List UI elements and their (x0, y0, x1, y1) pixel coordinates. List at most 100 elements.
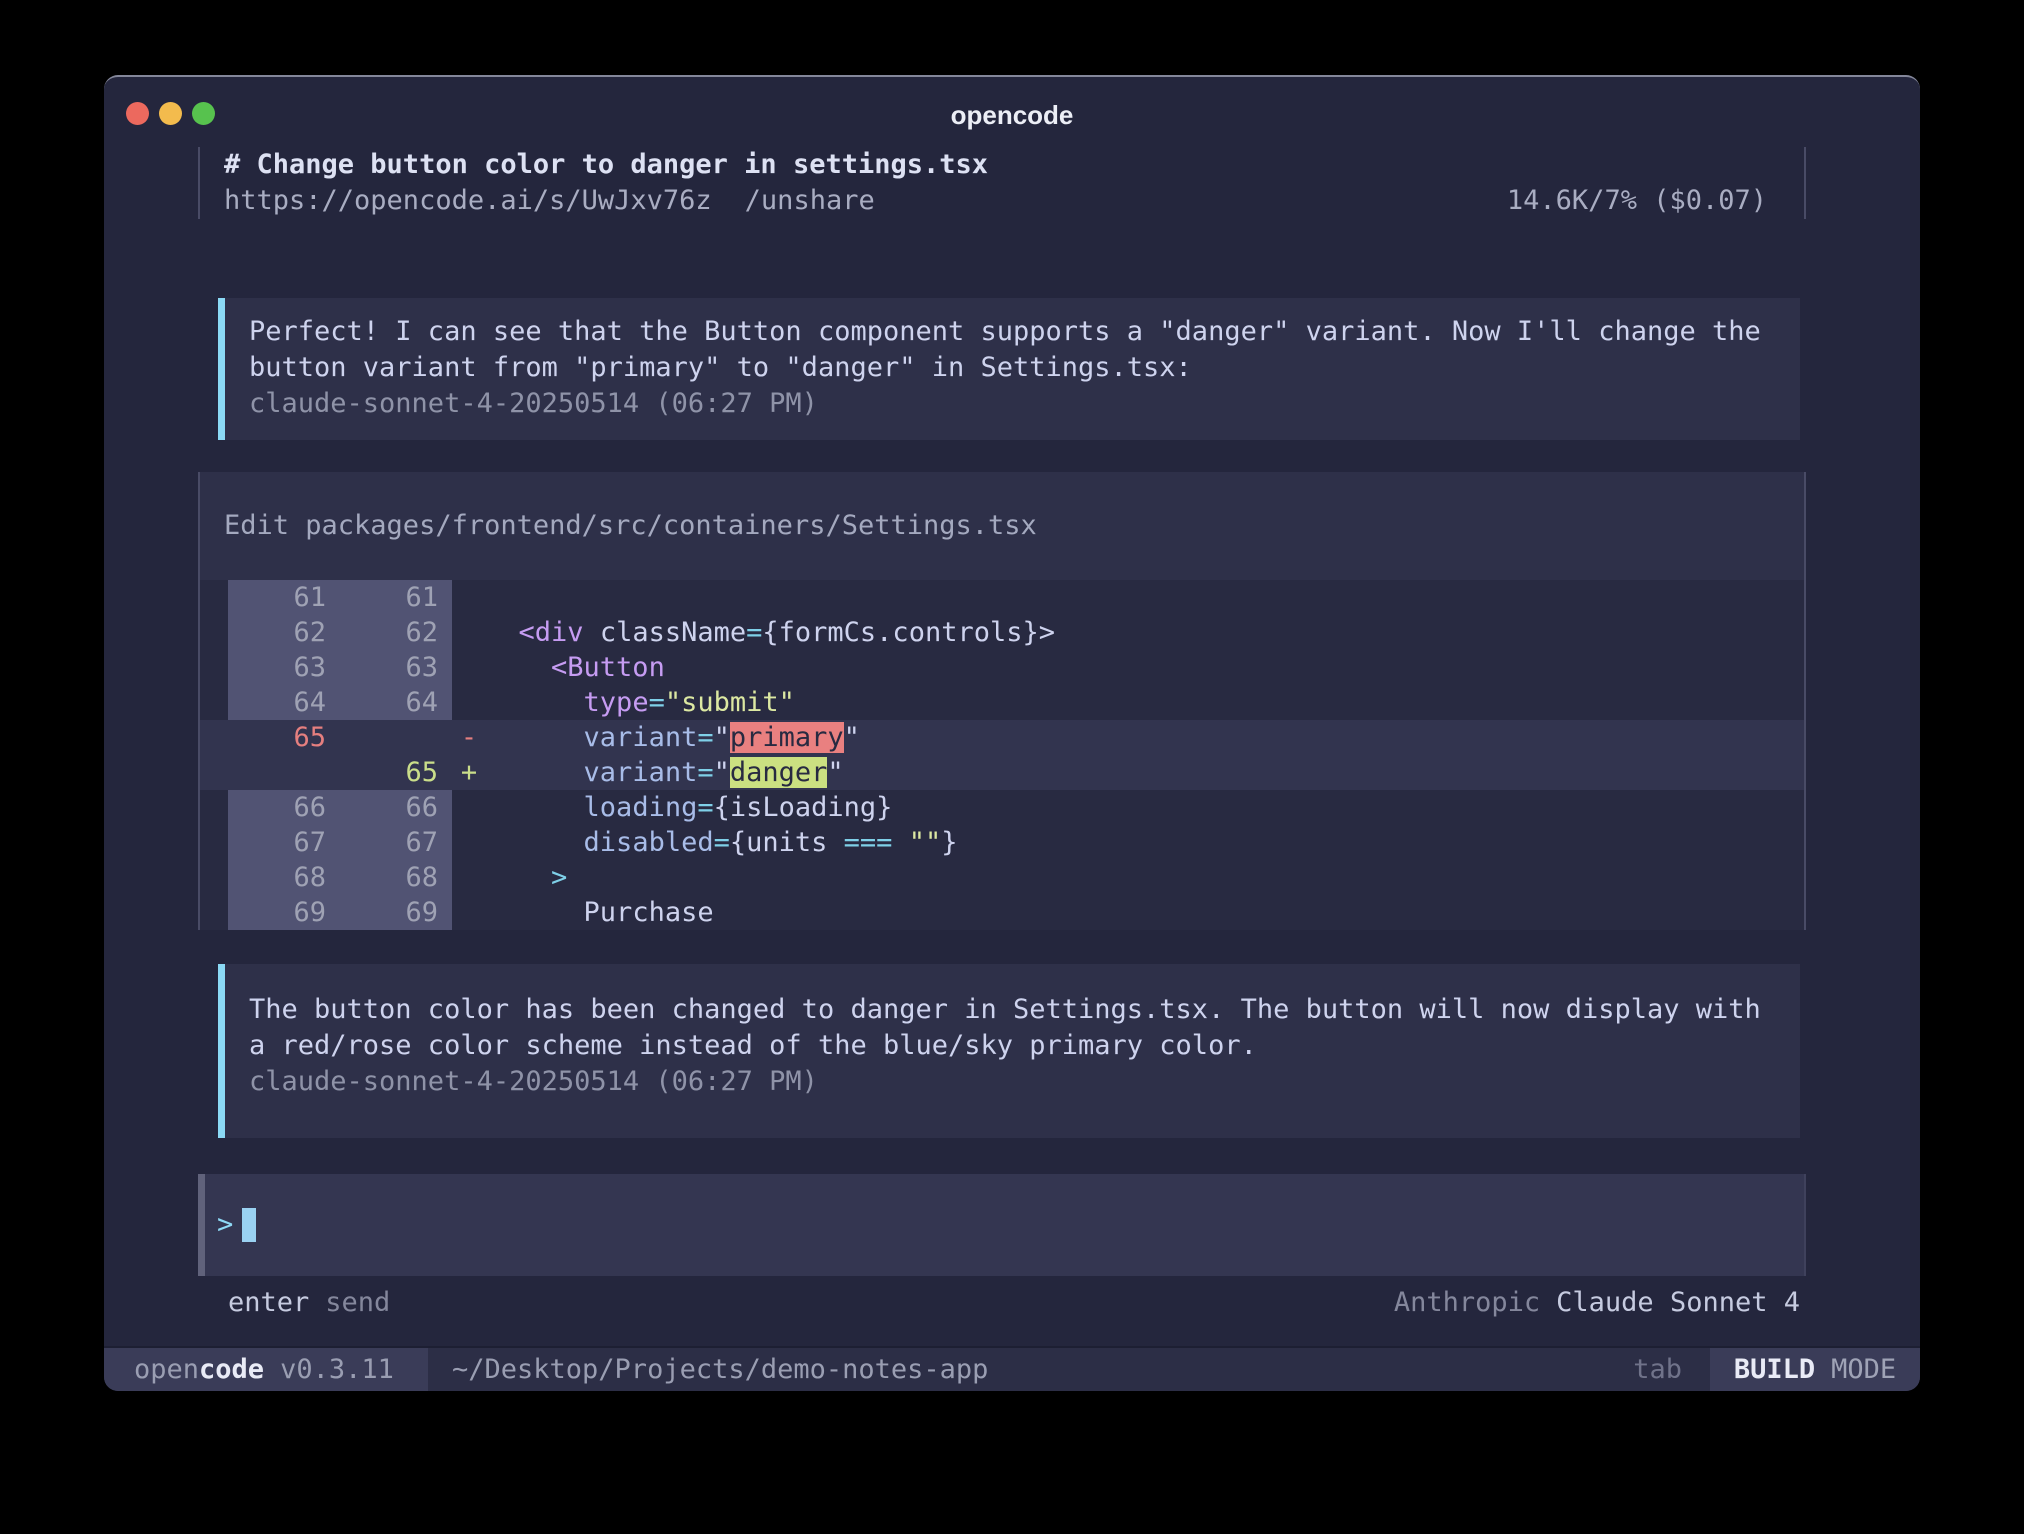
diff-row: 6363 <Button (200, 650, 1804, 685)
code-token: {isLoading} (714, 792, 893, 823)
assistant-message: The button color has been changed to dan… (218, 964, 1800, 1138)
old-line-number: 61 (228, 580, 340, 615)
old-line-number: 62 (228, 615, 340, 650)
code-token: <Button (551, 652, 665, 683)
new-line-number: 61 (340, 580, 452, 615)
code-token: className (600, 617, 746, 648)
diff-code-line: > (486, 860, 567, 895)
code-token: Purchase (584, 897, 714, 928)
brand-code-label: code (199, 1352, 264, 1388)
code-token (892, 827, 908, 858)
new-line-number: 63 (340, 650, 452, 685)
old-line-number: 66 (228, 790, 340, 825)
send-action-label: send (325, 1287, 390, 1318)
token-stats: 14.6K/7% ($0.07) (1507, 183, 1767, 219)
diff-row: 6262 <div className={formCs.controls}> (200, 615, 1804, 650)
diff-marker (452, 790, 486, 825)
diff-marker: + (452, 755, 486, 790)
code-token: variant (584, 757, 698, 788)
code-token: = (649, 687, 665, 718)
diff-code-line: <Button (486, 650, 665, 685)
diff-code-line: variant="primary" (486, 720, 860, 755)
diff-gutter: 6969 (228, 895, 452, 930)
code-token: type (584, 687, 649, 718)
diff-gutter: 65 (228, 755, 452, 790)
diff-gutter: 6464 (228, 685, 452, 720)
code-token: = (746, 617, 762, 648)
code-token (486, 897, 584, 928)
unshare-command[interactable]: /unshare (745, 183, 875, 219)
diff-marker (452, 860, 486, 895)
new-line-number (340, 720, 452, 755)
code-token (486, 757, 584, 788)
diff-code-line: disabled={units === ""} (486, 825, 957, 860)
code-token: " (714, 757, 730, 788)
brand-open-label: open (134, 1352, 199, 1388)
diff-marker (452, 615, 486, 650)
old-line-number: 68 (228, 860, 340, 895)
edit-tool-card: Edit packages/frontend/src/containers/Se… (198, 472, 1806, 930)
edit-tool-title: Edit packages/frontend/src/containers/Se… (200, 472, 1804, 580)
old-line-number (228, 755, 340, 790)
window-title: opencode (104, 97, 1920, 133)
text-cursor (242, 1208, 256, 1242)
code-token: "submit" (665, 687, 795, 718)
code-token: {formCs.controls}> (762, 617, 1055, 648)
code-token (486, 687, 584, 718)
footer-hints: enter send Anthropic Claude Sonnet 4 (228, 1285, 1800, 1321)
diff-code-line: <div className={formCs.controls}> (486, 615, 1055, 650)
enter-key-label: enter (228, 1287, 309, 1318)
diff-row: 6464 type="submit" (200, 685, 1804, 720)
version-label: v0.3.11 (280, 1352, 394, 1388)
model-meta: claude-sonnet-4-20250514 (06:27 PM) (249, 386, 1800, 422)
diff-code-line: Purchase (486, 895, 714, 930)
tab-key-label: tab (1633, 1352, 1682, 1388)
diff-code-line: loading={isLoading} (486, 790, 892, 825)
diff-row: 6969 Purchase (200, 895, 1804, 930)
code-token: loading (584, 792, 698, 823)
diff-gutter: 65 (228, 720, 452, 755)
app-window: opencode # Change button color to danger… (104, 75, 1920, 1391)
diff-marker (452, 685, 486, 720)
new-line-number: 68 (340, 860, 452, 895)
prompt-symbol: > (217, 1207, 233, 1243)
code-token: danger (730, 757, 828, 788)
new-line-number: 67 (340, 825, 452, 860)
code-token: primary (730, 722, 844, 753)
model-name-label: Claude Sonnet 4 (1556, 1287, 1800, 1318)
diff-row: 65 - variant="primary" (200, 720, 1804, 755)
assistant-message: Perfect! I can see that the Button compo… (218, 298, 1800, 440)
mode-build-label: BUILD (1734, 1352, 1815, 1388)
code-token: " (714, 722, 730, 753)
send-hint: enter send (228, 1285, 390, 1321)
mode-pill[interactable]: BUILDMODE (1710, 1348, 1920, 1391)
diff-row: 6767 disabled={units === ""} (200, 825, 1804, 860)
code-token: = (697, 757, 713, 788)
code-token: "" (909, 827, 942, 858)
message-line: button variant from "primary" to "danger… (249, 350, 1800, 386)
share-url[interactable]: https://opencode.ai/s/UwJxv76z (224, 183, 712, 219)
code-token (584, 617, 600, 648)
old-line-number: 63 (228, 650, 340, 685)
code-token: {units (730, 827, 844, 858)
message-line: a red/rose color scheme instead of the b… (249, 1028, 1800, 1064)
new-line-number: 65 (340, 755, 452, 790)
diff-gutter: 6767 (228, 825, 452, 860)
code-token (486, 722, 584, 753)
diff-marker (452, 895, 486, 930)
code-token: = (697, 792, 713, 823)
prompt-input[interactable]: > (198, 1174, 1806, 1276)
diff-marker: - (452, 720, 486, 755)
session-header: # Change button color to danger in setti… (198, 147, 1806, 219)
brand-version-pill: opencode v0.3.11 (104, 1348, 428, 1391)
provider-label: Anthropic (1394, 1287, 1540, 1318)
old-line-number: 67 (228, 825, 340, 860)
session-title: # Change button color to danger in setti… (224, 147, 1804, 183)
old-line-number: 64 (228, 685, 340, 720)
old-line-number: 69 (228, 895, 340, 930)
old-line-number: 65 (228, 720, 340, 755)
diff-code-line: variant="danger" (486, 755, 844, 790)
code-token: variant (584, 722, 698, 753)
code-token (486, 652, 551, 683)
code-token: = (714, 827, 730, 858)
